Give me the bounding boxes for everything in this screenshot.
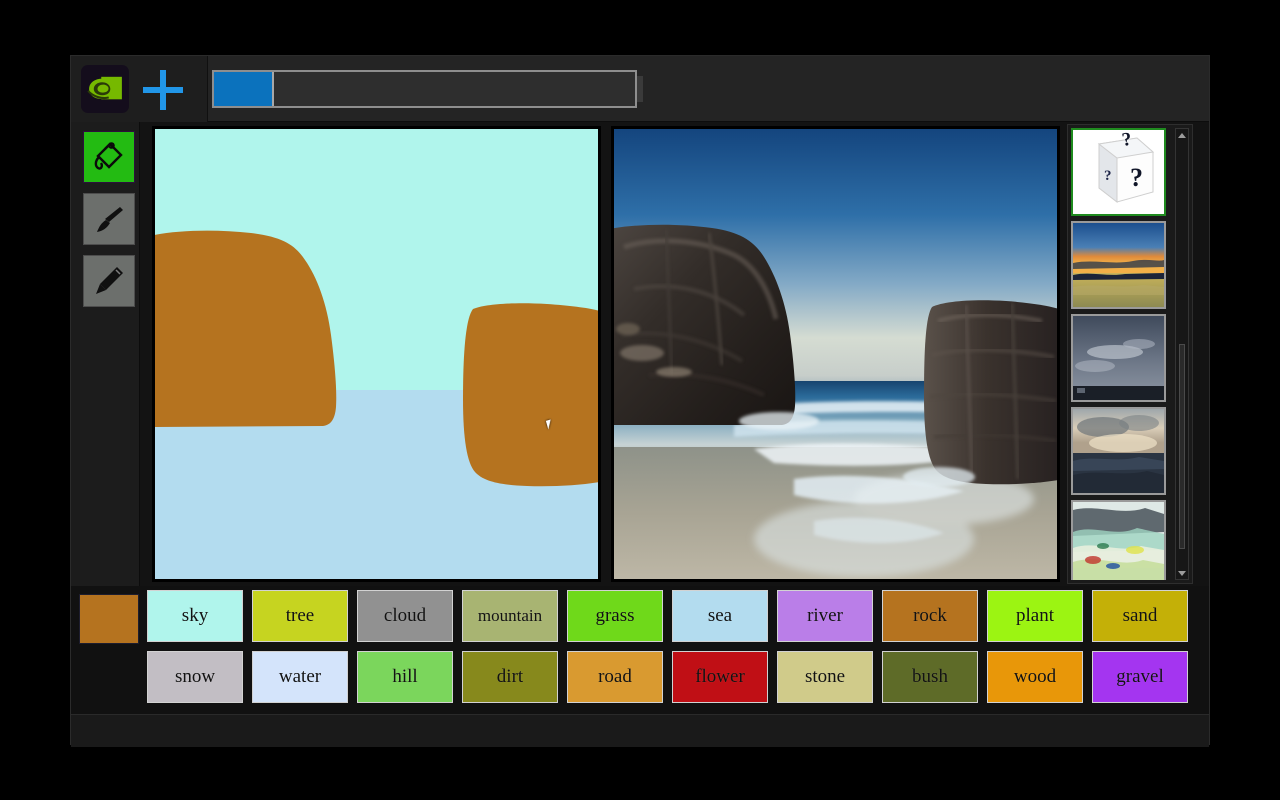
swatch-row-1: sky tree cloud mountain grass sea river … (147, 590, 1205, 642)
svg-text:?: ? (1130, 163, 1143, 192)
swatch-plant[interactable]: plant (987, 590, 1083, 642)
landscape-thumbnail (1073, 316, 1164, 400)
swatch-sea[interactable]: sea (672, 590, 768, 642)
gaugan-window: ? ? ? sky tree cloud mountain grass sea … (70, 55, 1210, 747)
paint-brush-icon (97, 207, 123, 232)
canvas-frame (152, 126, 601, 582)
current-color-swatch[interactable] (79, 594, 139, 644)
swatch-row-2: snow water hill dirt road flower stone b… (147, 651, 1205, 703)
pencil-tool[interactable] (83, 255, 135, 307)
dice-question-icon: ? ? ? (1073, 130, 1164, 214)
random-style-thumbnail[interactable]: ? ? ? (1071, 128, 1166, 216)
swatch-flower[interactable]: flower (672, 651, 768, 703)
logo-group (71, 56, 208, 122)
fill-bucket-tool[interactable] (83, 131, 135, 183)
swatch-dirt[interactable]: dirt (462, 651, 558, 703)
landscape-thumbnail (1073, 502, 1164, 580)
swatch-sand[interactable]: sand (1092, 590, 1188, 642)
style-thumbnail-painterly[interactable] (1071, 500, 1166, 580)
style-thumbnail-sunset-beach[interactable] (1071, 221, 1166, 309)
swatch-grid: sky tree cloud mountain grass sea river … (147, 590, 1205, 712)
work-area: ? ? ? (71, 122, 1209, 586)
brush-tool[interactable] (83, 193, 135, 245)
label-palette: sky tree cloud mountain grass sea river … (71, 586, 1209, 714)
svg-text:?: ? (1104, 168, 1112, 184)
tab-empty-area[interactable] (274, 72, 635, 106)
swatch-gravel[interactable]: gravel (1092, 651, 1188, 703)
canvas-drawing (155, 129, 598, 579)
swatch-river[interactable]: river (777, 590, 873, 642)
style-panel: ? ? ? (1067, 124, 1193, 584)
scrollbar-thumb[interactable] (1179, 344, 1185, 549)
swatch-bush[interactable]: bush (882, 651, 978, 703)
swatch-cloud[interactable]: cloud (357, 590, 453, 642)
nvidia-eye-icon (87, 76, 122, 100)
swatch-grass[interactable]: grass (567, 590, 663, 642)
tab-active[interactable] (214, 72, 274, 106)
application-root: ? ? ? sky tree cloud mountain grass sea … (0, 0, 1280, 800)
landscape-thumbnail (1073, 223, 1164, 307)
window-footer (71, 714, 1209, 747)
swatch-road[interactable]: road (567, 651, 663, 703)
result-render (614, 129, 1057, 579)
swatch-sky[interactable]: sky (147, 590, 243, 642)
swatch-snow[interactable]: snow (147, 651, 243, 703)
style-thumbnail-cloudy-hills[interactable] (1071, 407, 1166, 495)
swatch-water[interactable]: water (252, 651, 348, 703)
segmentation-canvas[interactable] (155, 129, 598, 579)
tab-strip-end-cap (637, 76, 643, 102)
landscape-thumbnail (1073, 409, 1164, 493)
scroll-down-arrow[interactable] (1177, 568, 1187, 578)
style-thumbnail-list[interactable]: ? ? ? (1071, 128, 1172, 580)
paint-bucket-icon (94, 142, 123, 170)
scroll-up-arrow[interactable] (1177, 130, 1187, 140)
swatch-wood[interactable]: wood (987, 651, 1083, 703)
pencil-icon (96, 267, 123, 294)
generated-image[interactable] (614, 129, 1057, 579)
swatch-tree[interactable]: tree (252, 590, 348, 642)
swatch-stone[interactable]: stone (777, 651, 873, 703)
swatch-hill[interactable]: hill (357, 651, 453, 703)
style-panel-scrollbar[interactable] (1175, 128, 1189, 580)
add-canvas-button[interactable] (143, 70, 183, 110)
result-frame (611, 126, 1060, 582)
swatch-mountain[interactable]: mountain (462, 590, 558, 642)
top-toolbar (71, 56, 1209, 122)
swatch-rock[interactable]: rock (882, 590, 978, 642)
canvas-rock-region-right (463, 303, 598, 487)
tab-strip[interactable] (212, 70, 637, 108)
tool-column (71, 122, 140, 586)
style-thumbnail-overcast-sea[interactable] (1071, 314, 1166, 402)
nvidia-eye-logo (81, 65, 129, 113)
